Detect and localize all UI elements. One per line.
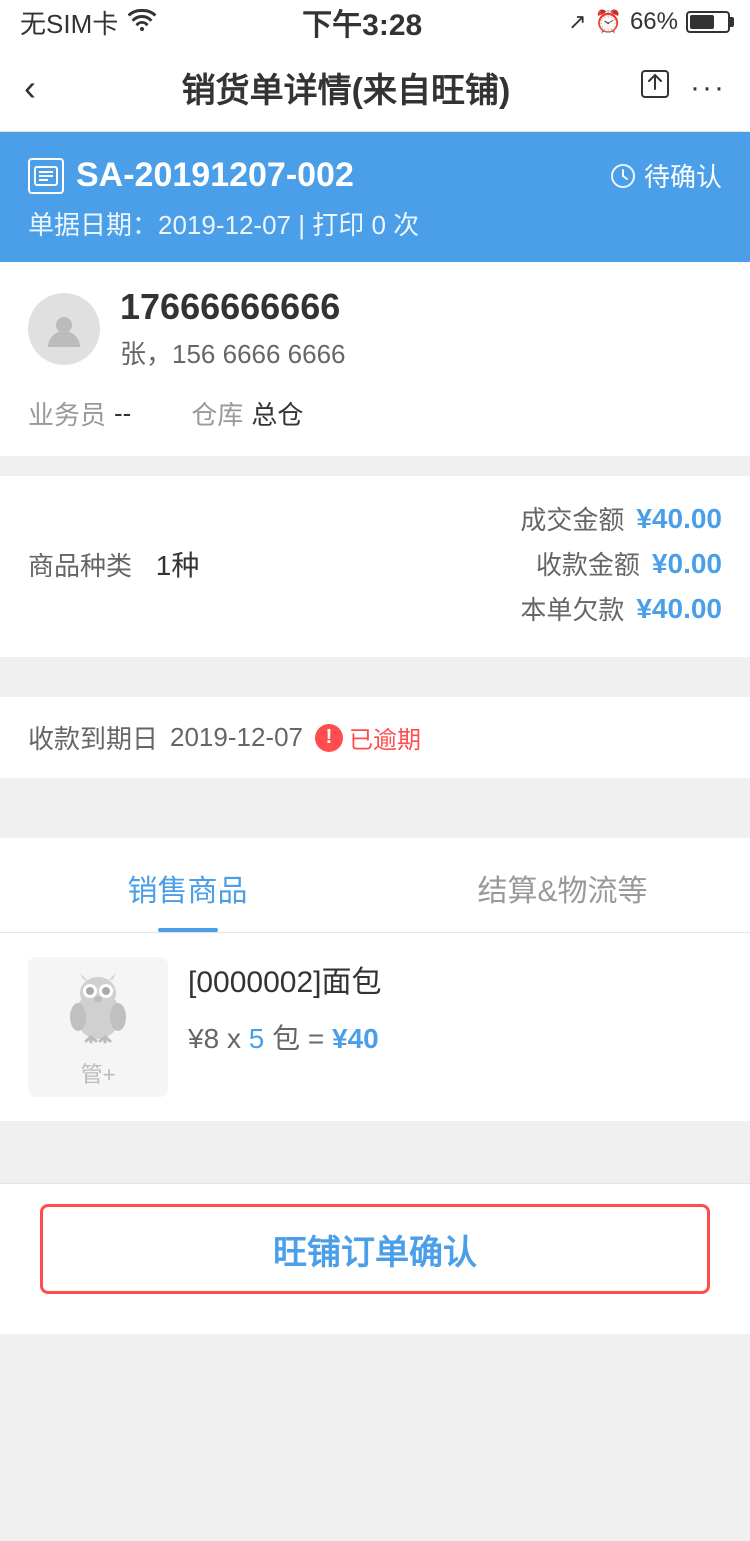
customer-meta: 业务员 -- 仓库 总仓 — [28, 387, 722, 432]
page-title: 销货单详情(来自旺铺) — [52, 63, 640, 112]
status-left: 无SIM卡 — [20, 4, 156, 41]
share-icon[interactable] — [640, 69, 670, 107]
product-info: [0000002]面包 ¥8 x 5 包 = ¥40 — [188, 957, 722, 1097]
staff-label: 业务员 — [28, 395, 106, 432]
carrier-label: 无SIM卡 — [20, 4, 118, 41]
tab-settlement[interactable]: 结算&物流等 — [375, 838, 750, 932]
summary-section: 商品种类 1种 成交金额 ¥40.00 收款金额 ¥0.00 本单欠款 ¥40.… — [0, 476, 750, 657]
due-date-section: 收款到期日 2019-12-07 ! 已逾期 — [0, 697, 750, 778]
due-date-label: 收款到期日 — [28, 719, 158, 756]
product-price: ¥8 x 5 包 = ¥40 — [188, 1017, 722, 1057]
overdue-badge: ! 已逾期 — [315, 720, 421, 755]
bottom-bar: 旺铺订单确认 — [0, 1183, 750, 1334]
more-icon[interactable]: ··· — [690, 71, 726, 105]
avatar — [28, 293, 100, 365]
nav-actions: ··· — [640, 69, 726, 107]
overdue-icon: ! — [315, 724, 343, 752]
due-value: ¥40.00 — [636, 593, 722, 625]
equals-symbol: = — [308, 1023, 332, 1054]
invoice-icon — [28, 158, 64, 194]
order-date: 单据日期：2019-12-07 | 打印 0 次 — [28, 205, 722, 242]
product-name: [0000002]面包 — [188, 957, 722, 1001]
confirm-order-button[interactable]: 旺铺订单确认 — [40, 1204, 710, 1294]
status-right: ↗ ⏰ 66% — [568, 8, 730, 36]
wifi-icon — [128, 7, 156, 38]
order-header: SA-20191207-002 待确认 单据日期：2019-12-07 | 打印… — [0, 132, 750, 262]
battery-indicator — [686, 11, 730, 33]
alarm-icon: ⏰ — [595, 9, 622, 35]
customer-section: 17666666666 张，156 6666 6666 业务员 -- 仓库 总仓 — [0, 262, 750, 456]
due-label: 本单欠款 — [520, 590, 624, 627]
gap-2 — [0, 677, 750, 697]
qty-unit: 包 — [272, 1023, 300, 1054]
customer-info: 17666666666 张，156 6666 6666 — [120, 286, 346, 371]
status-text: 待确认 — [644, 157, 722, 194]
received-value: ¥0.00 — [652, 548, 722, 580]
product-image: 管+ — [28, 957, 168, 1097]
product-qty: 5 — [249, 1023, 265, 1054]
gap-1 — [0, 456, 750, 476]
order-id: SA-20191207-002 — [28, 156, 354, 195]
tab-products[interactable]: 销售商品 — [0, 838, 375, 932]
warehouse-value: 总仓 — [251, 395, 303, 432]
order-status: 待确认 — [610, 157, 722, 194]
customer-name: 张，156 6666 6666 — [120, 334, 346, 371]
staff-value: -- — [114, 398, 131, 429]
product-owl-icon: 管+ — [58, 965, 138, 1089]
customer-phone: 17666666666 — [120, 286, 346, 328]
battery-label: 66% — [630, 8, 678, 36]
deal-amount-value: ¥40.00 — [636, 503, 722, 535]
product-types-label: 商品种类 — [28, 551, 132, 581]
warehouse-label: 仓库 — [191, 395, 243, 432]
back-button[interactable]: ‹ — [24, 67, 52, 109]
nav-bar: ‹ 销货单详情(来自旺铺) ··· — [0, 44, 750, 132]
location-icon: ↗ — [568, 9, 586, 35]
multiply-symbol: x — [227, 1023, 249, 1054]
product-types-value: 1种 — [156, 550, 200, 581]
unit-price: ¥8 — [188, 1023, 219, 1054]
received-label: 收款金额 — [536, 545, 640, 582]
bottom-spacer — [0, 1381, 750, 1541]
due-date-value: 2019-12-07 — [170, 722, 303, 753]
deal-amount-label: 成交金额 — [520, 500, 624, 537]
tabs-row: 销售商品 结算&物流等 — [0, 838, 750, 933]
brand-label: 管+ — [58, 1057, 138, 1089]
status-time: 下午3:28 — [302, 0, 422, 44]
overdue-text: 已逾期 — [349, 720, 421, 755]
product-item: 管+ [0000002]面包 ¥8 x 5 包 = ¥40 — [0, 933, 750, 1121]
tabs-section: 销售商品 结算&物流等 — [0, 838, 750, 1121]
gap-3 — [0, 798, 750, 818]
status-bar: 无SIM卡 下午3:28 ↗ ⏰ 66% — [0, 0, 750, 44]
product-total: ¥40 — [332, 1023, 379, 1054]
